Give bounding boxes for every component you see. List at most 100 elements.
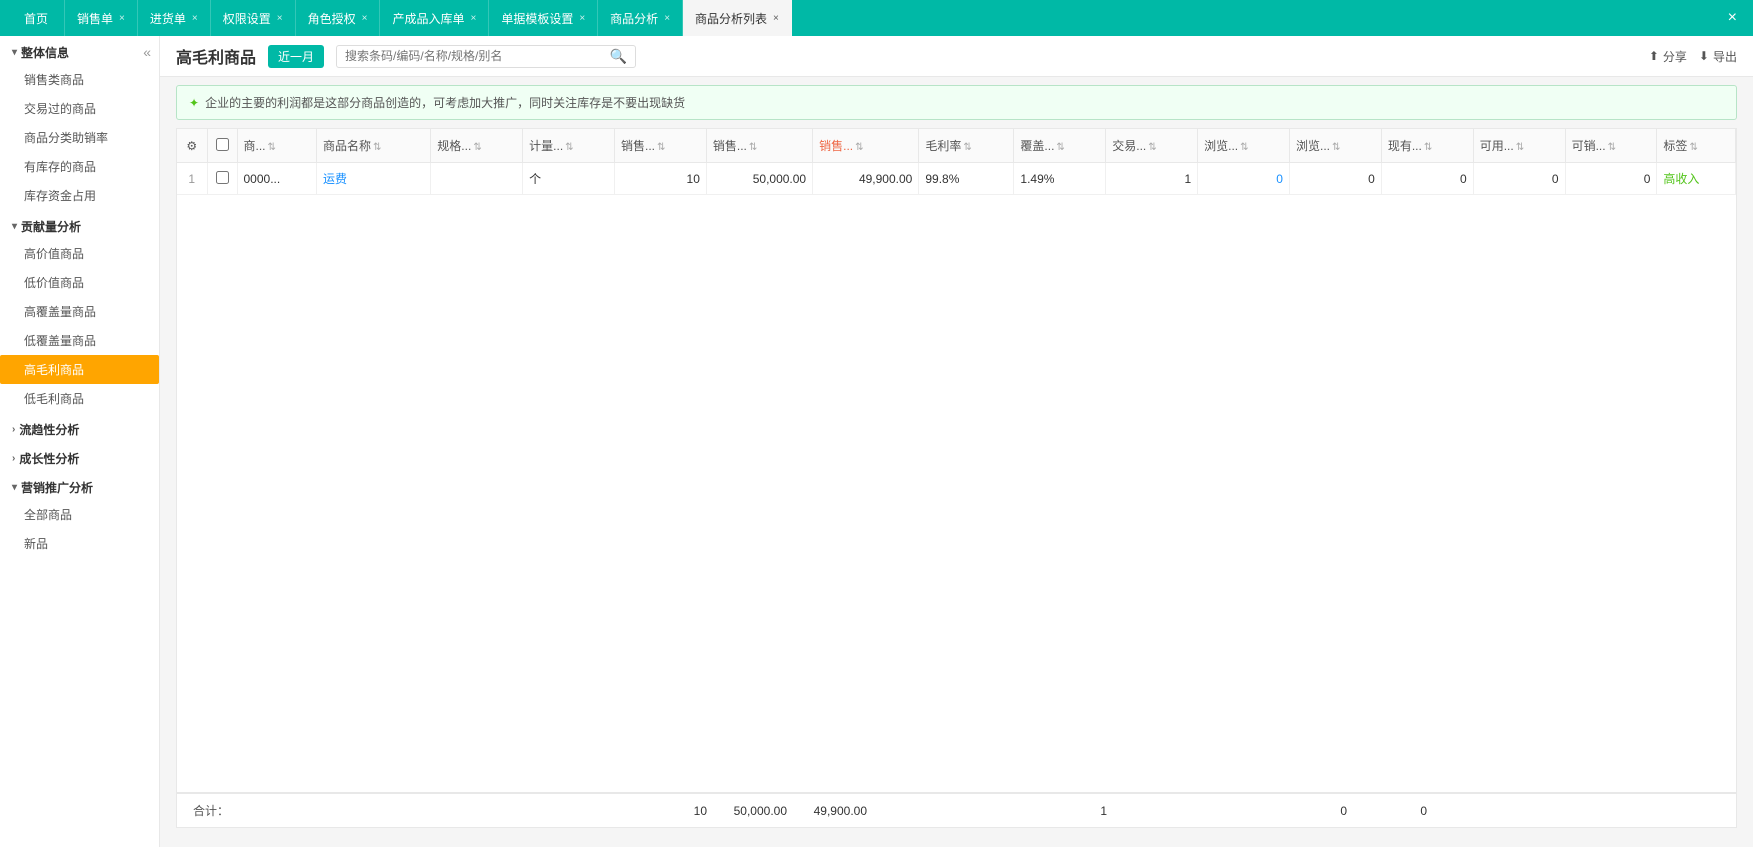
- close-purchase-tab[interactable]: ×: [192, 13, 198, 24]
- col-views2[interactable]: 浏览...⇅: [1289, 129, 1381, 163]
- search-box: 🔍: [336, 45, 636, 68]
- sidebar-item-low-coverage[interactable]: 低覆盖量商品: [0, 326, 159, 355]
- footer-label: 合计：: [193, 802, 273, 819]
- close-analysis-tab[interactable]: ×: [664, 13, 670, 24]
- footer-sales-profit: 49,900.00: [793, 804, 873, 818]
- row-code: 0000...: [237, 163, 317, 195]
- close-template-tab[interactable]: ×: [579, 13, 585, 24]
- nav-tab-analysis[interactable]: 商品分析 ×: [598, 0, 683, 36]
- row-gross-margin: 99.8%: [919, 163, 1014, 195]
- arrow-marketing: ▾: [12, 482, 17, 493]
- col-sellable[interactable]: 可销...⇅: [1565, 129, 1657, 163]
- sidebar-item-category-rate[interactable]: 商品分类助销率: [0, 123, 159, 152]
- table-footer: 合计： 10 50,000.00 49,900.00 1 0 0: [176, 793, 1737, 827]
- nav-tab-roles[interactable]: 角色授权 ×: [296, 0, 381, 36]
- sidebar-item-high-value[interactable]: 高价值商品: [0, 239, 159, 268]
- sidebar-group-marketing[interactable]: ▾ 营销推广分析: [0, 471, 159, 500]
- row-name[interactable]: 运费: [317, 163, 431, 195]
- arrow-growth: ›: [12, 453, 15, 464]
- info-banner: ✦ 企业的主要的利润都是这部分商品创造的，可考虑加大推广，同时关注库存是不要出现…: [176, 85, 1737, 120]
- row-sellable: 0: [1565, 163, 1657, 195]
- col-settings[interactable]: ⚙: [177, 129, 207, 163]
- share-button[interactable]: ⬆ 分享: [1649, 48, 1687, 65]
- col-name[interactable]: 商品名称⇅: [317, 129, 431, 163]
- nav-tab-template[interactable]: 单据模板设置 ×: [489, 0, 598, 36]
- col-sales-profit[interactable]: 销售...⇅: [813, 129, 919, 163]
- arrow-contribution: ▾: [12, 221, 17, 232]
- period-button[interactable]: 近一月: [268, 45, 324, 68]
- col-sales-amount[interactable]: 销售...⇅: [706, 129, 812, 163]
- nav-tab-analysis-list[interactable]: 商品分析列表 ×: [683, 0, 792, 36]
- col-spec[interactable]: 规格...⇅: [431, 129, 523, 163]
- col-code[interactable]: 商...⇅: [237, 129, 317, 163]
- col-current-stock[interactable]: 现有...⇅: [1381, 129, 1473, 163]
- row-checkbox-cell: [207, 163, 237, 195]
- col-checkbox: [207, 129, 237, 163]
- col-sales-qty[interactable]: 销售...⇅: [615, 129, 707, 163]
- main-layout: « ▾ 整体信息 销售类商品 交易过的商品 商品分类助销率 有库存的商品 库存资…: [0, 36, 1753, 847]
- col-transactions[interactable]: 交易...⇅: [1106, 129, 1198, 163]
- row-current-stock: 0: [1381, 163, 1473, 195]
- row-views1[interactable]: 0: [1198, 163, 1290, 195]
- sidebar-item-stock-capital[interactable]: 库存资金占用: [0, 181, 159, 210]
- sidebar-item-high-margin[interactable]: 高毛利商品: [0, 355, 159, 384]
- row-views2: 0: [1289, 163, 1381, 195]
- sidebar-item-low-value[interactable]: 低价值商品: [0, 268, 159, 297]
- footer-sales-qty: 10: [633, 804, 713, 818]
- nav-tab-purchase[interactable]: 进货单 ×: [138, 0, 211, 36]
- sidebar-group-contribution[interactable]: ▾ 贡献量分析: [0, 210, 159, 239]
- row-available: 0: [1473, 163, 1565, 195]
- close-window-button[interactable]: ×: [1720, 9, 1745, 27]
- nav-tab-home[interactable]: 首页: [8, 0, 65, 36]
- content-area: 高毛利商品 近一月 🔍 ⬆ 分享 ⬇ 导出 ✦ 企业的主要的利润都是这部分商品创…: [160, 36, 1753, 847]
- nav-tab-stock-in[interactable]: 产成品入库单 ×: [380, 0, 489, 36]
- nav-tab-sales[interactable]: 销售单 ×: [65, 0, 138, 36]
- col-coverage[interactable]: 覆盖...⇅: [1014, 129, 1106, 163]
- sidebar-item-new-goods[interactable]: 新品: [0, 529, 159, 558]
- sidebar-item-sales-goods[interactable]: 销售类商品: [0, 65, 159, 94]
- sidebar-group-overall[interactable]: ▾ 整体信息: [0, 36, 159, 65]
- nav-tab-permissions[interactable]: 权限设置 ×: [211, 0, 296, 36]
- footer-sales-amount: 50,000.00: [713, 804, 793, 818]
- row-sales-amount: 50,000.00: [706, 163, 812, 195]
- sidebar-item-all-goods[interactable]: 全部商品: [0, 500, 159, 529]
- search-icon[interactable]: 🔍: [610, 48, 627, 65]
- col-views1[interactable]: 浏览...⇅: [1198, 129, 1290, 163]
- close-stock-in-tab[interactable]: ×: [470, 13, 476, 24]
- row-transactions: 1: [1106, 163, 1198, 195]
- col-available[interactable]: 可用...⇅: [1473, 129, 1565, 163]
- close-roles-tab[interactable]: ×: [362, 13, 368, 24]
- info-icon: ✦: [189, 96, 199, 110]
- col-unit[interactable]: 计量...⇅: [523, 129, 615, 163]
- row-coverage: 1.49%: [1014, 163, 1106, 195]
- sidebar-collapse-button[interactable]: «: [143, 44, 151, 60]
- sidebar-item-traded-goods[interactable]: 交易过的商品: [0, 94, 159, 123]
- sidebar-item-low-margin[interactable]: 低毛利商品: [0, 384, 159, 413]
- table-header-row: ⚙ 商...⇅ 商品名称⇅ 规格...⇅ 计量...⇅ 销售...⇅ 销售...…: [177, 129, 1736, 163]
- close-sales-tab[interactable]: ×: [119, 13, 125, 24]
- share-icon: ⬆: [1649, 49, 1659, 63]
- table-row: 1 0000... 运费 个 10 50,000.00 49,900.00 99…: [177, 163, 1736, 195]
- sidebar-item-high-coverage[interactable]: 高覆盖量商品: [0, 297, 159, 326]
- close-analysis-list-tab[interactable]: ×: [773, 13, 779, 24]
- col-gross-margin[interactable]: 毛利率⇅: [919, 129, 1014, 163]
- row-index: 1: [177, 163, 207, 195]
- arrow-trend: ›: [12, 424, 15, 435]
- sidebar-group-trend[interactable]: › 流趋性分析: [0, 413, 159, 442]
- select-all-checkbox[interactable]: [216, 138, 229, 151]
- export-button[interactable]: ⬇ 导出: [1699, 48, 1737, 65]
- close-permissions-tab[interactable]: ×: [277, 13, 283, 24]
- footer-current-stock: 0: [1273, 804, 1353, 818]
- sidebar-group-growth[interactable]: › 成长性分析: [0, 442, 159, 471]
- header-actions: ⬆ 分享 ⬇ 导出: [1649, 48, 1737, 65]
- search-input[interactable]: [345, 49, 606, 63]
- horizontal-scrollbar[interactable]: [176, 827, 1737, 839]
- col-tag[interactable]: 标签⇅: [1657, 129, 1736, 163]
- row-unit: 个: [523, 163, 615, 195]
- sidebar: « ▾ 整体信息 销售类商品 交易过的商品 商品分类助销率 有库存的商品 库存资…: [0, 36, 160, 847]
- footer-available: 0: [1353, 804, 1433, 818]
- content-header: 高毛利商品 近一月 🔍 ⬆ 分享 ⬇ 导出: [160, 36, 1753, 77]
- export-icon: ⬇: [1699, 49, 1709, 63]
- sidebar-item-in-stock[interactable]: 有库存的商品: [0, 152, 159, 181]
- row-checkbox[interactable]: [216, 171, 229, 184]
